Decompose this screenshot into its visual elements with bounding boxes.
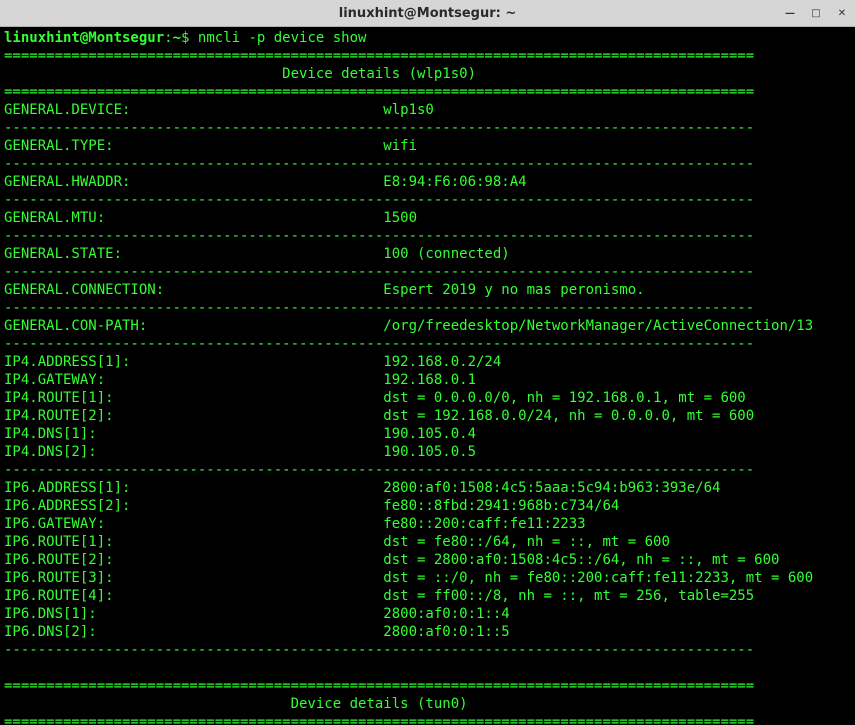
window-controls: — □ ✕: [783, 0, 849, 26]
terminal-window: linuxhint@Montsegur: ~ — □ ✕ linuxhint@M…: [0, 0, 855, 725]
maximize-button[interactable]: □: [809, 6, 823, 20]
close-button[interactable]: ✕: [835, 6, 849, 20]
titlebar: linuxhint@Montsegur: ~ — □ ✕: [0, 0, 855, 27]
minimize-button[interactable]: —: [783, 6, 797, 20]
window-title: linuxhint@Montsegur: ~: [339, 6, 516, 21]
terminal-output[interactable]: linuxhint@Montsegur:~$ nmcli -p device s…: [0, 27, 855, 725]
